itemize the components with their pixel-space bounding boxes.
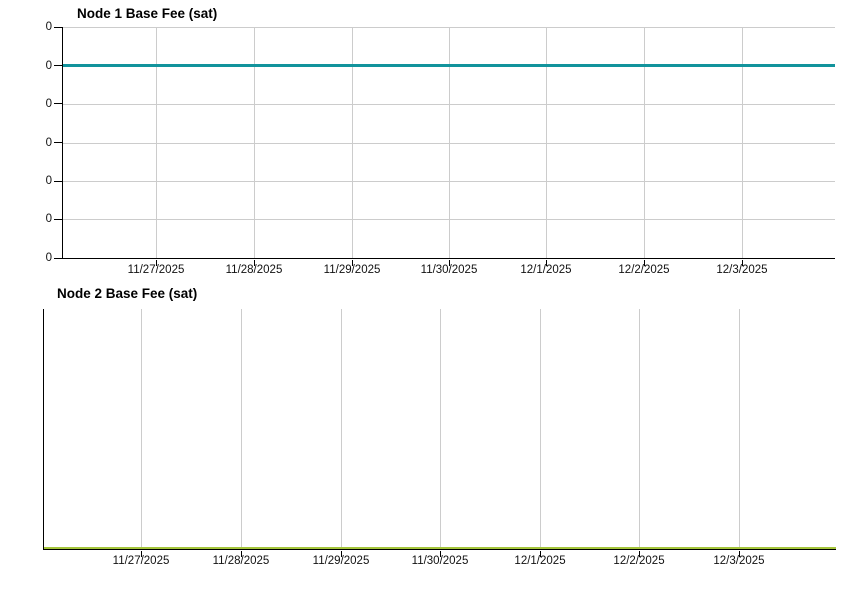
x-grid-line: [240, 309, 242, 549]
x-tick-label: 12/3/2025: [713, 555, 765, 567]
x-grid-line: [440, 309, 441, 549]
y-axis-tick: [54, 103, 62, 105]
x-tick-label: 11/27/2025: [127, 264, 185, 276]
x-tick-label: 12/2/2025: [613, 555, 665, 567]
y-tick-label: 0: [45, 21, 52, 33]
x-tick-label: 11/27/2025: [112, 555, 170, 567]
y-axis-tick: [54, 26, 62, 28]
node2-plot-area: 11/27/2025 11/28/2025 11/29/2025 11/30/2025…: [43, 309, 836, 567]
y-axis-tick: [54, 65, 62, 66]
y-axis-tick: [54, 180, 62, 182]
y-tick-label: 0: [45, 136, 52, 149]
node2-chart-title: Node 2 Base Fee (sat): [57, 286, 198, 301]
x-grid-line: [341, 309, 342, 549]
y-grid-line: [63, 103, 835, 105]
y-grid-line: [63, 181, 835, 182]
x-tick-label: 12/3/2025: [716, 264, 768, 276]
x-tick-label: 11/29/2025: [312, 555, 370, 567]
x-grid-line: [540, 309, 542, 549]
x-tick-label: 11/28/2025: [225, 264, 283, 276]
x-tick-label: 12/2/2025: [618, 264, 670, 276]
node1-chart-title: Node 1 Base Fee (sat): [77, 6, 218, 21]
y-grid-line: [63, 142, 835, 144]
y-grid-line: [63, 219, 835, 221]
y-tick-label: 0: [45, 97, 52, 110]
y-axis-tick: [54, 218, 62, 220]
y-tick-label: 0: [45, 59, 52, 72]
x-grid-line: [141, 309, 143, 549]
y-tick-label: 0: [45, 175, 52, 187]
x-tick-label: 12/1/2025: [514, 555, 566, 567]
y-axis-tick: [54, 257, 62, 259]
node-2-base-fee-line: [44, 547, 836, 549]
y-axis-tick: [54, 142, 62, 143]
y-grid-line: [63, 27, 835, 28]
base-fee-dashboard: Node 1 Base Fee (sat) 11/27/2025 11/28/20…: [0, 0, 860, 600]
x-grid-line: [639, 309, 641, 549]
node-1-base-fee-line: [63, 64, 835, 67]
x-tick-label: 11/30/2025: [420, 264, 478, 276]
x-grid-line: [738, 309, 740, 549]
y-tick-label: 0: [45, 213, 52, 226]
x-tick-label: 11/29/2025: [323, 264, 381, 276]
y-tick-label: 0: [45, 252, 52, 264]
x-tick-label: 11/28/2025: [212, 555, 270, 567]
node1-plot-area: 11/27/2025 11/28/2025 11/29/2025 11/30/2025…: [46, 21, 835, 276]
x-tick-label: 12/1/2025: [520, 264, 572, 276]
x-tick-label: 11/30/2025: [411, 555, 469, 567]
